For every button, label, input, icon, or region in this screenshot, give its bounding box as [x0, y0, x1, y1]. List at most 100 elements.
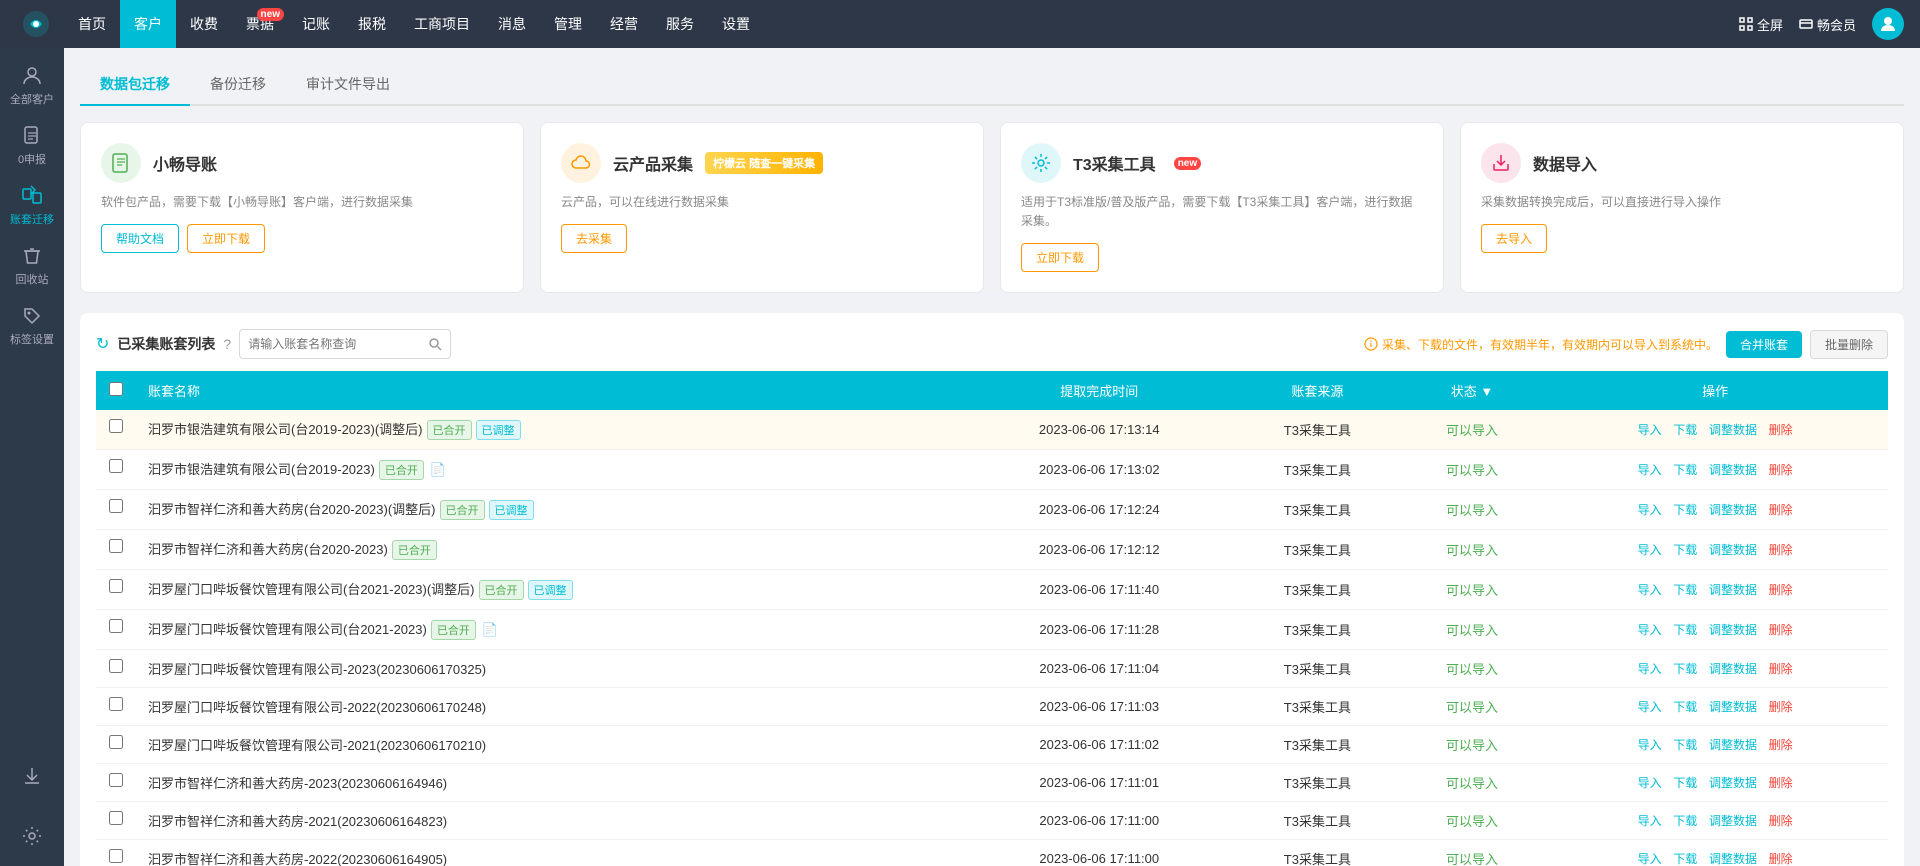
sidebar-item-all-customers[interactable]: 全部客户 — [0, 56, 64, 116]
download-link[interactable]: 下载 — [1673, 738, 1697, 752]
download-now-button-xiao[interactable]: 立即下载 — [187, 224, 265, 253]
adjust-link[interactable]: 调整数据 — [1709, 503, 1757, 517]
adjust-link[interactable]: 调整数据 — [1709, 463, 1757, 477]
nav-bookkeeping[interactable]: 记账 — [288, 0, 344, 48]
logo[interactable] — [16, 0, 56, 48]
go-import-button[interactable]: 去导入 — [1481, 224, 1547, 253]
merge-account-button[interactable]: 合并账套 — [1726, 331, 1802, 358]
import-link[interactable]: 导入 — [1638, 814, 1662, 828]
nav-business[interactable]: 工商项目 — [400, 0, 484, 48]
nav-settings[interactable]: 设置 — [708, 0, 764, 48]
row-checkbox[interactable] — [109, 459, 123, 473]
import-link[interactable]: 导入 — [1638, 463, 1662, 477]
member-button[interactable]: 畅会员 — [1799, 15, 1856, 34]
import-link[interactable]: 导入 — [1638, 662, 1662, 676]
refresh-icon[interactable]: ↻ — [96, 334, 109, 354]
row-checkbox[interactable] — [109, 419, 123, 433]
row-checkbox[interactable] — [109, 735, 123, 749]
row-checkbox[interactable] — [109, 659, 123, 673]
delete-link[interactable]: 删除 — [1769, 700, 1793, 714]
search-input[interactable] — [240, 337, 420, 351]
delete-link[interactable]: 删除 — [1769, 423, 1793, 437]
delete-link[interactable]: 删除 — [1769, 623, 1793, 637]
row-checkbox[interactable] — [109, 811, 123, 825]
nav-customer[interactable]: 客户 — [120, 0, 176, 48]
nav-fee[interactable]: 收费 — [176, 0, 232, 48]
row-checkbox[interactable] — [109, 619, 123, 633]
file-icon[interactable]: 📄 — [482, 622, 498, 637]
adjust-link[interactable]: 调整数据 — [1709, 543, 1757, 557]
delete-link[interactable]: 删除 — [1769, 543, 1793, 557]
go-collect-button[interactable]: 去采集 — [561, 224, 627, 253]
download-link[interactable]: 下载 — [1673, 463, 1697, 477]
nav-invoice[interactable]: 票据 new — [232, 0, 288, 48]
delete-link[interactable]: 删除 — [1769, 463, 1793, 477]
import-link[interactable]: 导入 — [1638, 738, 1662, 752]
delete-link[interactable]: 删除 — [1769, 662, 1793, 676]
import-link[interactable]: 导入 — [1638, 503, 1662, 517]
list-help-icon[interactable]: ? — [223, 336, 231, 352]
nav-home[interactable]: 首页 — [64, 0, 120, 48]
nav-service[interactable]: 服务 — [652, 0, 708, 48]
sidebar-item-settings[interactable] — [0, 806, 64, 866]
file-icon[interactable]: 📄 — [430, 462, 446, 477]
download-link[interactable]: 下载 — [1673, 623, 1697, 637]
row-checkbox[interactable] — [109, 499, 123, 513]
delete-link[interactable]: 删除 — [1769, 852, 1793, 866]
search-button[interactable] — [420, 329, 450, 359]
nav-tax[interactable]: 报税 — [344, 0, 400, 48]
download-link[interactable]: 下载 — [1673, 700, 1697, 714]
adjust-link[interactable]: 调整数据 — [1709, 583, 1757, 597]
sidebar-item-account-migration[interactable]: 账套迁移 — [0, 176, 64, 236]
delete-link[interactable]: 删除 — [1769, 583, 1793, 597]
download-link[interactable]: 下载 — [1673, 583, 1697, 597]
import-link[interactable]: 导入 — [1638, 623, 1662, 637]
sidebar-item-download[interactable] — [0, 746, 64, 806]
download-link[interactable]: 下载 — [1673, 543, 1697, 557]
user-avatar[interactable] — [1872, 8, 1904, 40]
row-checkbox[interactable] — [109, 579, 123, 593]
sidebar-item-zero-declare[interactable]: 0申报 — [0, 116, 64, 176]
import-link[interactable]: 导入 — [1638, 543, 1662, 557]
adjust-link[interactable]: 调整数据 — [1709, 700, 1757, 714]
import-link[interactable]: 导入 — [1638, 776, 1662, 790]
adjust-link[interactable]: 调整数据 — [1709, 776, 1757, 790]
adjust-link[interactable]: 调整数据 — [1709, 852, 1757, 866]
adjust-link[interactable]: 调整数据 — [1709, 423, 1757, 437]
delete-link[interactable]: 删除 — [1769, 503, 1793, 517]
tab-data-migration[interactable]: 数据包迁移 — [80, 64, 190, 106]
import-link[interactable]: 导入 — [1638, 852, 1662, 866]
adjust-link[interactable]: 调整数据 — [1709, 623, 1757, 637]
tab-backup-migration[interactable]: 备份迁移 — [190, 64, 286, 106]
row-checkbox[interactable] — [109, 773, 123, 787]
sidebar-item-tag-settings[interactable]: 标签设置 — [0, 296, 64, 356]
nav-message[interactable]: 消息 — [484, 0, 540, 48]
download-link[interactable]: 下载 — [1673, 776, 1697, 790]
batch-delete-button[interactable]: 批量删除 — [1810, 330, 1888, 359]
row-checkbox[interactable] — [109, 697, 123, 711]
row-checkbox[interactable] — [109, 849, 123, 863]
sidebar-item-recycle[interactable]: 回收站 — [0, 236, 64, 296]
tab-audit-export[interactable]: 审计文件导出 — [286, 64, 410, 106]
nav-operation[interactable]: 经营 — [596, 0, 652, 48]
row-checkbox[interactable] — [109, 539, 123, 553]
download-link[interactable]: 下载 — [1673, 503, 1697, 517]
adjust-link[interactable]: 调整数据 — [1709, 814, 1757, 828]
adjust-link[interactable]: 调整数据 — [1709, 662, 1757, 676]
delete-link[interactable]: 删除 — [1769, 776, 1793, 790]
import-link[interactable]: 导入 — [1638, 583, 1662, 597]
help-doc-button[interactable]: 帮助文档 — [101, 224, 179, 253]
delete-link[interactable]: 删除 — [1769, 738, 1793, 752]
fullscreen-button[interactable]: 全屏 — [1739, 15, 1783, 34]
download-link[interactable]: 下载 — [1673, 852, 1697, 866]
download-link[interactable]: 下载 — [1673, 662, 1697, 676]
download-link[interactable]: 下载 — [1673, 423, 1697, 437]
delete-link[interactable]: 删除 — [1769, 814, 1793, 828]
nav-manage[interactable]: 管理 — [540, 0, 596, 48]
adjust-link[interactable]: 调整数据 — [1709, 738, 1757, 752]
import-link[interactable]: 导入 — [1638, 423, 1662, 437]
download-link[interactable]: 下载 — [1673, 814, 1697, 828]
import-link[interactable]: 导入 — [1638, 700, 1662, 714]
download-now-button-t3[interactable]: 立即下载 — [1021, 243, 1099, 272]
select-all-checkbox[interactable] — [109, 382, 123, 396]
